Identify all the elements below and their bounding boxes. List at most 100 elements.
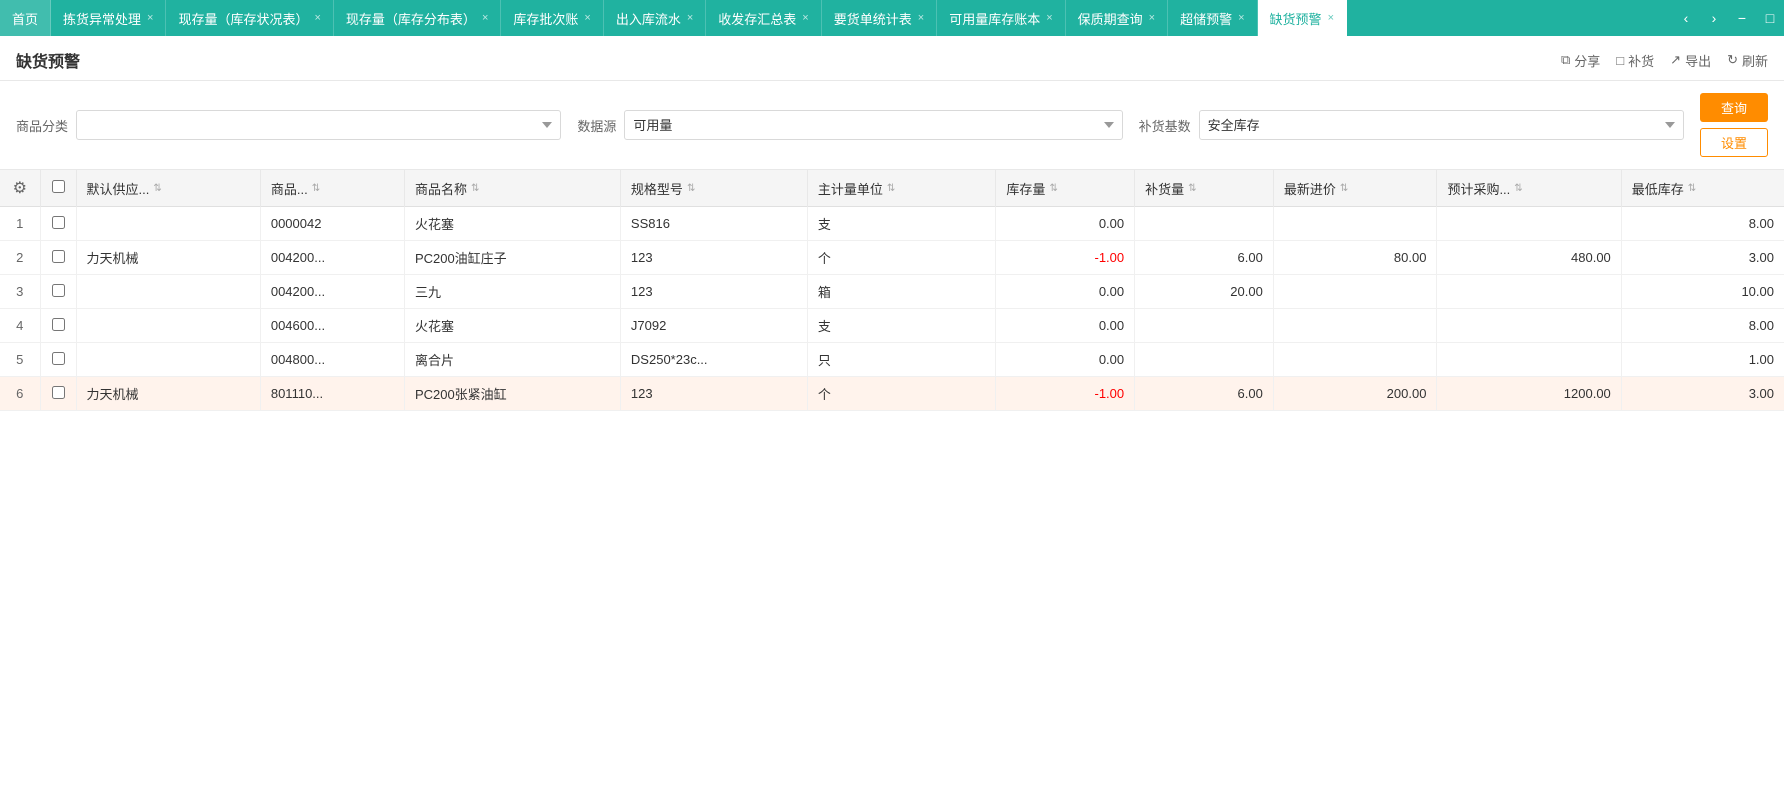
datasource-select[interactable]: 可用量 库存量: [624, 110, 1122, 140]
filter-bar: 商品分类 数据源 可用量 库存量 补货基数 安全库存 最低库存 查询 设置: [0, 81, 1784, 170]
cell-supplier: [76, 275, 260, 309]
tab-available-stock[interactable]: 可用量库存账本 ×: [937, 0, 1065, 36]
row-number: 5: [0, 343, 40, 377]
cell-est-purchase: 480.00: [1437, 241, 1621, 275]
close-tab-summary[interactable]: ×: [802, 12, 808, 24]
row-checkbox[interactable]: [52, 284, 65, 297]
tab-overstock[interactable]: 超储预警 ×: [1168, 0, 1257, 36]
category-filter-group: 商品分类: [16, 110, 561, 140]
replenish-button[interactable]: □ 补货: [1616, 51, 1654, 70]
cell-min-stock: 8.00: [1621, 309, 1784, 343]
cell-replenish-qty: [1135, 207, 1274, 241]
tab-expiry[interactable]: 保质期查询 ×: [1066, 0, 1168, 36]
tab-home[interactable]: 首页: [0, 0, 51, 36]
sort-icon-price: ⇅: [1340, 183, 1348, 194]
tab-minimize[interactable]: −: [1728, 0, 1756, 36]
th-latest-price: 最新进价 ⇅: [1273, 170, 1437, 207]
refresh-button[interactable]: ↻ 刷新: [1727, 51, 1768, 70]
cell-product-code: 801110...: [260, 377, 404, 411]
th-checkbox: [40, 170, 76, 207]
row-checkbox[interactable]: [52, 318, 65, 331]
row-checkbox-cell: [40, 241, 76, 275]
settings-button[interactable]: 设置: [1700, 128, 1768, 157]
close-tab-expiry[interactable]: ×: [1149, 12, 1155, 24]
row-number: 2: [0, 241, 40, 275]
cell-product-name: 火花塞: [404, 207, 620, 241]
cell-latest-price: 200.00: [1273, 377, 1437, 411]
row-checkbox[interactable]: [52, 386, 65, 399]
row-checkbox-cell: [40, 309, 76, 343]
close-tab-batch-account[interactable]: ×: [584, 12, 590, 24]
category-select[interactable]: [76, 110, 561, 140]
replenish-base-label: 补货基数: [1139, 116, 1191, 135]
cell-supplier: 力天机械: [76, 377, 260, 411]
close-tab-flow[interactable]: ×: [687, 12, 693, 24]
table-row: 2 力天机械 004200... PC200油缸庄子 123 个 -1.00 6…: [0, 241, 1784, 275]
cell-latest-price: [1273, 309, 1437, 343]
cell-product-code: 004200...: [260, 241, 404, 275]
tab-flow[interactable]: 出入库流水 ×: [604, 0, 706, 36]
select-all-checkbox[interactable]: [52, 180, 65, 193]
row-checkbox-cell: [40, 275, 76, 309]
main-table: ⚙ 默认供应... ⇅ 商品... ⇅: [0, 170, 1784, 411]
cell-product-code: 0000042: [260, 207, 404, 241]
tab-inventory-dist[interactable]: 现存量（库存分布表） ×: [334, 0, 501, 36]
cell-stock: 0.00: [996, 343, 1135, 377]
share-button[interactable]: ⧉ 分享: [1561, 51, 1600, 70]
close-tab-requisition[interactable]: ×: [918, 12, 924, 24]
row-number: 6: [0, 377, 40, 411]
cell-supplier: [76, 207, 260, 241]
cell-min-stock: 10.00: [1621, 275, 1784, 309]
cell-unit: 个: [807, 377, 996, 411]
tab-scroll-left[interactable]: ‹: [1672, 0, 1700, 36]
close-tab-shortage[interactable]: ×: [1328, 12, 1334, 24]
replenish-base-select[interactable]: 安全库存 最低库存: [1199, 110, 1684, 140]
cell-product-code: 004800...: [260, 343, 404, 377]
row-number: 3: [0, 275, 40, 309]
th-product-code: 商品... ⇅: [260, 170, 404, 207]
cell-product-code: 004600...: [260, 309, 404, 343]
row-checkbox[interactable]: [52, 216, 65, 229]
tab-summary[interactable]: 收发存汇总表 ×: [706, 0, 821, 36]
sort-icon-name: ⇅: [471, 183, 479, 194]
tab-requisition[interactable]: 要货单统计表 ×: [822, 0, 937, 36]
cell-est-purchase: [1437, 343, 1621, 377]
sort-icon-spec: ⇅: [687, 183, 695, 194]
table-body: 1 0000042 火花塞 SS816 支 0.00 8.00 2 力天机械 0…: [0, 207, 1784, 411]
datasource-label: 数据源: [577, 116, 616, 135]
th-spec: 规格型号 ⇅: [620, 170, 807, 207]
sort-icon-min-stock: ⇅: [1688, 183, 1696, 194]
th-default-supplier: 默认供应... ⇅: [76, 170, 260, 207]
close-tab-available-stock[interactable]: ×: [1046, 12, 1052, 24]
content-area: 缺货预警 ⧉ 分享 □ 补货 ↗ 导出 ↻ 刷新 商品分类: [0, 36, 1784, 796]
close-tab-inventory-status[interactable]: ×: [314, 12, 320, 24]
column-settings-icon[interactable]: ⚙: [10, 178, 30, 198]
cell-replenish-qty: 20.00: [1135, 275, 1274, 309]
cell-stock: -1.00: [996, 377, 1135, 411]
close-tab-picking[interactable]: ×: [147, 12, 153, 24]
tab-picking[interactable]: 拣货异常处理 ×: [51, 0, 166, 36]
cell-est-purchase: [1437, 275, 1621, 309]
tab-shortage[interactable]: 缺货预警 ×: [1258, 0, 1347, 36]
th-gear: ⚙: [0, 170, 40, 207]
th-product-name: 商品名称 ⇅: [404, 170, 620, 207]
cell-unit: 支: [807, 207, 996, 241]
query-button[interactable]: 查询: [1700, 93, 1768, 122]
row-checkbox[interactable]: [52, 250, 65, 263]
tab-inventory-status[interactable]: 现存量（库存状况表） ×: [166, 0, 333, 36]
close-tab-overstock[interactable]: ×: [1238, 12, 1244, 24]
cell-product-name: PC200张紧油缸: [404, 377, 620, 411]
tab-batch-account[interactable]: 库存批次账 ×: [501, 0, 603, 36]
cell-min-stock: 8.00: [1621, 207, 1784, 241]
export-button[interactable]: ↗ 导出: [1670, 51, 1711, 70]
th-unit: 主计量单位 ⇅: [807, 170, 996, 207]
cell-replenish-qty: 6.00: [1135, 241, 1274, 275]
th-est-purchase: 预计采购... ⇅: [1437, 170, 1621, 207]
category-label: 商品分类: [16, 116, 68, 135]
cell-product-name: 三九: [404, 275, 620, 309]
tab-maximize[interactable]: □: [1756, 0, 1784, 36]
close-tab-inventory-dist[interactable]: ×: [482, 12, 488, 24]
tab-scroll-right[interactable]: ›: [1700, 0, 1728, 36]
th-stock: 库存量 ⇅: [996, 170, 1135, 207]
row-checkbox[interactable]: [52, 352, 65, 365]
